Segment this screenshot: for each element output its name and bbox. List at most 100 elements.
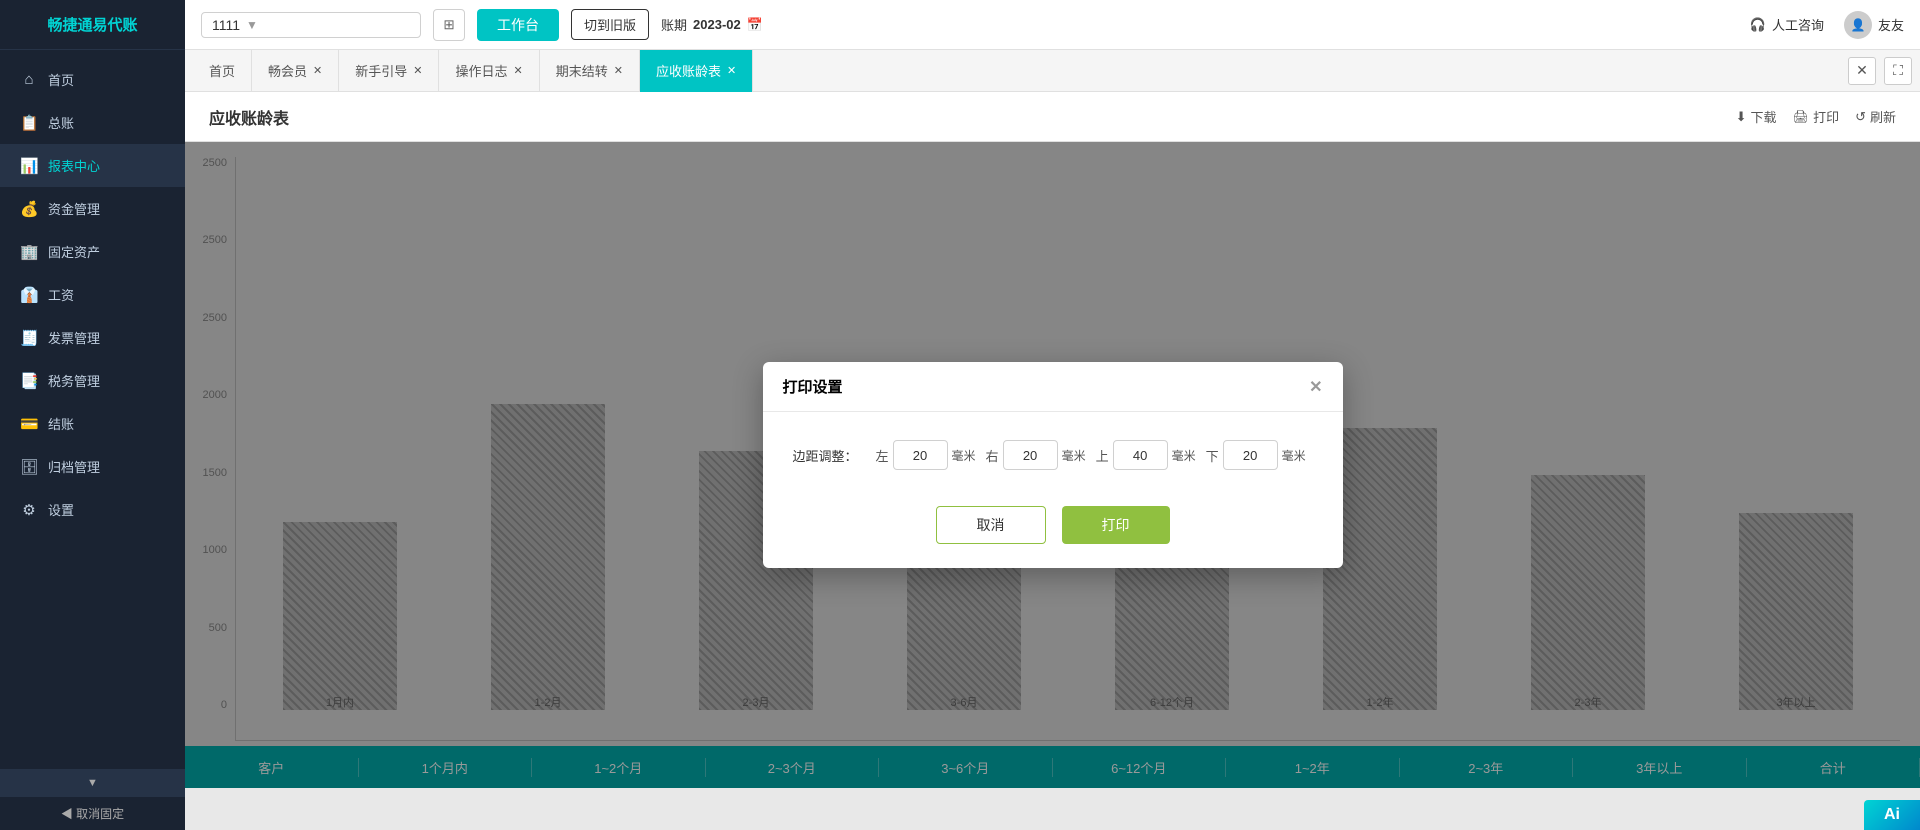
funds-icon: 💰 [20,200,38,218]
user-label: 友友 [1878,15,1904,34]
sidebar-item-archive[interactable]: 🗄 归档管理 [0,445,185,488]
tab-首页[interactable]: 首页 [193,50,252,92]
print-confirm-button[interactable]: 打印 [1062,506,1170,544]
download-label: 下载 [1751,107,1777,126]
workbench-button[interactable]: 工作台 [477,9,559,41]
sidebar-item-ledger[interactable]: 📋 总账 [0,101,185,144]
calendar-icon[interactable]: 📅 [747,17,763,33]
period-value: 2023-02 [693,17,741,32]
invoice-icon: 🧾 [20,329,38,347]
tab-label: 畅会员 [268,61,307,80]
right-unit-label: 毫米 [1062,447,1086,464]
refresh-icon: ↺ [1855,109,1866,125]
download-button[interactable]: ⬇ 下载 [1736,107,1777,126]
cancel-button[interactable]: 取消 [936,506,1046,544]
company-name: 1111 [212,17,240,33]
sidebar-item-label: 结账 [48,414,74,433]
download-icon: ⬇ [1736,109,1747,125]
tab-新手引导[interactable]: 新手引导 ✕ [339,50,439,92]
copy-button[interactable]: ⊞ [433,9,465,41]
chart-area: 2500250025002000150010005000 1月内1-2月2-3月… [185,142,1920,788]
modal-title: 打印设置 [783,376,843,397]
sidebar-item-home[interactable]: ⌂ 首页 [0,58,185,101]
sidebar-item-label: 总账 [48,113,74,132]
tab-close-icon[interactable]: ✕ [727,64,736,77]
print-icon: 🖨 [1793,109,1810,125]
bottom-margin-input[interactable] [1223,440,1278,470]
sidebar-item-funds[interactable]: 💰 资金管理 [0,187,185,230]
sidebar-item-label: 首页 [48,70,74,89]
company-selector[interactable]: 1111 ▼ [201,12,421,38]
modal-body: 边距调整： 左 毫米 右 毫米 [763,412,1343,490]
tab-应收账龄表[interactable]: 应收账龄表 ✕ [640,50,753,92]
tab-close-icon[interactable]: ✕ [514,64,523,77]
bottom-unit-label: 毫米 [1282,447,1306,464]
switch-version-button[interactable]: 切到旧版 [571,9,649,40]
tab-close-icon[interactable]: ✕ [313,64,322,77]
user-area[interactable]: 👤 友友 [1844,11,1904,39]
avatar-icon: 👤 [1851,18,1866,32]
tax-icon: 📑 [20,372,38,390]
content-area: 应收账龄表 ⬇ 下载 🖨 打印 ↺ 刷新 2 [185,92,1920,830]
home-icon: ⌂ [20,71,38,88]
sidebar-item-label: 归档管理 [48,457,100,476]
tab-label: 操作日志 [455,61,507,80]
modal-header: 打印设置 ✕ [763,362,1343,412]
sidebar-item-assets[interactable]: 🏢 固定资产 [0,230,185,273]
left-margin-group: 左 毫米 [876,440,976,470]
avatar: 👤 [1844,11,1872,39]
modal-overlay: 打印设置 ✕ 边距调整： 左 毫米 右 [185,142,1920,788]
page-header: 应收账龄表 ⬇ 下载 🖨 打印 ↺ 刷新 [185,92,1920,142]
settings-icon: ⚙ [20,501,38,519]
tab-close-icon[interactable]: ✕ [614,64,623,77]
ai-badge: Ai [1864,800,1920,830]
refresh-button[interactable]: ↺ 刷新 [1855,107,1896,126]
collapse-btn[interactable]: ◀ 取消固定 [0,797,185,830]
tab-label: 新手引导 [355,61,407,80]
sidebar-item-salary[interactable]: 👔 工资 [0,273,185,316]
tab-label: 应收账龄表 [656,61,721,80]
tab-close-icon[interactable]: ✕ [413,64,422,77]
tab-畅会员[interactable]: 畅会员 ✕ [252,50,339,92]
print-button[interactable]: 🖨 打印 [1793,107,1840,126]
right-margin-input[interactable] [1003,440,1058,470]
top-margin-input[interactable] [1113,440,1168,470]
tab-期末结转[interactable]: 期末结转 ✕ [540,50,640,92]
tab-label: 期末结转 [556,61,608,80]
close-tab-button[interactable]: ✕ [1848,57,1876,85]
tab-操作日志[interactable]: 操作日志 ✕ [439,50,539,92]
sidebar-item-invoice[interactable]: 🧾 发票管理 [0,316,185,359]
top-unit-label: 毫米 [1172,447,1196,464]
modal-close-button[interactable]: ✕ [1309,377,1322,397]
sidebar-item-label: 税务管理 [48,371,100,390]
tabs-bar: 首页畅会员 ✕ 新手引导 ✕ 操作日志 ✕ 期末结转 ✕ 应收账龄表 ✕ ✕ ⛶ [185,50,1920,92]
reports-icon: 📊 [20,157,38,175]
scroll-down-btn[interactable]: ▼ [0,769,185,797]
period-label: 账期 [661,15,687,34]
top-dir-label: 上 [1096,446,1109,465]
main-area: 1111 ▼ ⊞ 工作台 切到旧版 账期 2023-02 📅 🎧 人工咨询 👤 … [185,0,1920,830]
consulting-label: 人工咨询 [1772,15,1824,34]
print-label: 打印 [1813,107,1839,126]
right-margin-group: 右 毫米 [986,440,1086,470]
bottom-dir-label: 下 [1206,446,1219,465]
top-header: 1111 ▼ ⊞ 工作台 切到旧版 账期 2023-02 📅 🎧 人工咨询 👤 … [185,0,1920,50]
headset-icon: 🎧 [1750,17,1766,33]
ledger-icon: 📋 [20,114,38,132]
sidebar-item-settings[interactable]: ⚙ 设置 [0,488,185,531]
sidebar-nav: ⌂ 首页📋 总账📊 报表中心💰 资金管理🏢 固定资产👔 工资🧾 发票管理📑 [0,50,185,769]
consulting-button[interactable]: 🎧 人工咨询 [1750,15,1824,34]
expand-tab-button[interactable]: ⛶ [1884,57,1912,85]
margin-label: 边距调整： [793,446,858,465]
sidebar-item-reports[interactable]: 📊 报表中心 [0,144,185,187]
logo-text: 畅捷通易代账 [47,14,137,35]
left-unit-label: 毫米 [952,447,976,464]
bottom-margin-group: 下 毫米 [1206,440,1306,470]
left-margin-input[interactable] [893,440,948,470]
right-dir-label: 右 [986,446,999,465]
sidebar-item-checkout[interactable]: 💳 结账 [0,402,185,445]
tabs-actions: ✕ ⛶ [1848,57,1912,85]
logo-area: 畅捷通易代账 [0,0,185,50]
sidebar-item-tax[interactable]: 📑 税务管理 [0,359,185,402]
sidebar-item-label: 工资 [48,285,74,304]
